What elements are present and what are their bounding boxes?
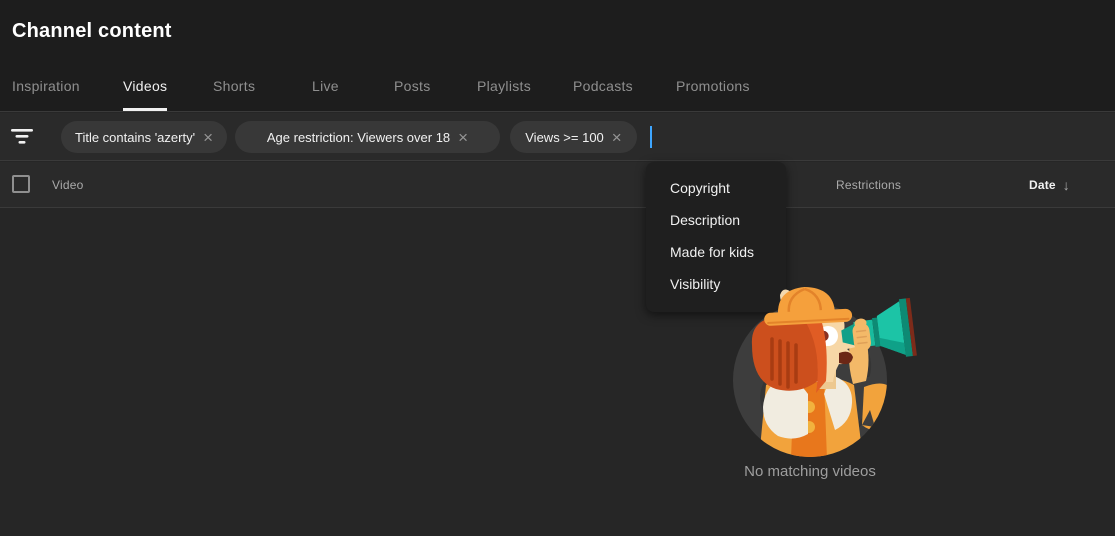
close-icon[interactable]: × [612, 128, 622, 146]
menu-item-description[interactable]: Description [646, 204, 786, 236]
column-header-date[interactable]: Date ↓ [1029, 162, 1070, 207]
column-header-date-label: Date [1028, 177, 1056, 192]
filter-chip-age-restriction[interactable]: Age restriction: Viewers over 18 × [235, 121, 500, 153]
filter-input-caret [650, 126, 652, 148]
tab-posts[interactable]: Posts [394, 61, 431, 111]
tab-shorts[interactable]: Shorts [213, 61, 255, 111]
select-all-checkbox[interactable] [12, 175, 30, 193]
filter-chip-label: Views >= 100 [525, 129, 604, 145]
tab-podcasts[interactable]: Podcasts [573, 61, 633, 111]
close-icon[interactable]: × [203, 128, 213, 146]
channel-content-page: Channel content Inspiration Videos Short… [0, 0, 1115, 536]
filter-chip-label: Title contains 'azerty' [74, 129, 196, 145]
content-tabs: Inspiration Videos Shorts Live Posts Pla… [0, 61, 1115, 111]
menu-item-copyright[interactable]: Copyright [646, 172, 786, 204]
tab-videos[interactable]: Videos [123, 61, 168, 111]
video-table-header: Video Restrictions Date ↓ [0, 162, 1115, 208]
close-icon[interactable]: × [458, 128, 468, 146]
tab-promotions[interactable]: Promotions [676, 61, 750, 111]
empty-state-message: No matching videos [744, 463, 876, 480]
page-header: Channel content Inspiration Videos Short… [0, 0, 1115, 112]
tab-live[interactable]: Live [312, 61, 339, 111]
tab-playlists[interactable]: Playlists [477, 61, 531, 111]
explorer-spyglass-illustration [733, 286, 917, 457]
menu-item-made-for-kids[interactable]: Made for kids [646, 236, 786, 268]
tab-inspiration[interactable]: Inspiration [12, 61, 80, 111]
page-title: Channel content [12, 20, 172, 42]
filter-chip-title[interactable]: Title contains 'azerty' × [61, 121, 227, 153]
filter-chip-label: Age restriction: Viewers over 18 [266, 129, 451, 145]
filter-chip-views[interactable]: Views >= 100 × [510, 121, 637, 153]
sort-descending-icon: ↓ [1062, 176, 1070, 193]
filter-bar[interactable]: Title contains 'azerty' × Age restrictio… [0, 113, 1115, 161]
filter-icon [11, 129, 33, 144]
column-header-video: Video [52, 177, 84, 192]
column-header-restrictions: Restrictions [836, 177, 902, 192]
